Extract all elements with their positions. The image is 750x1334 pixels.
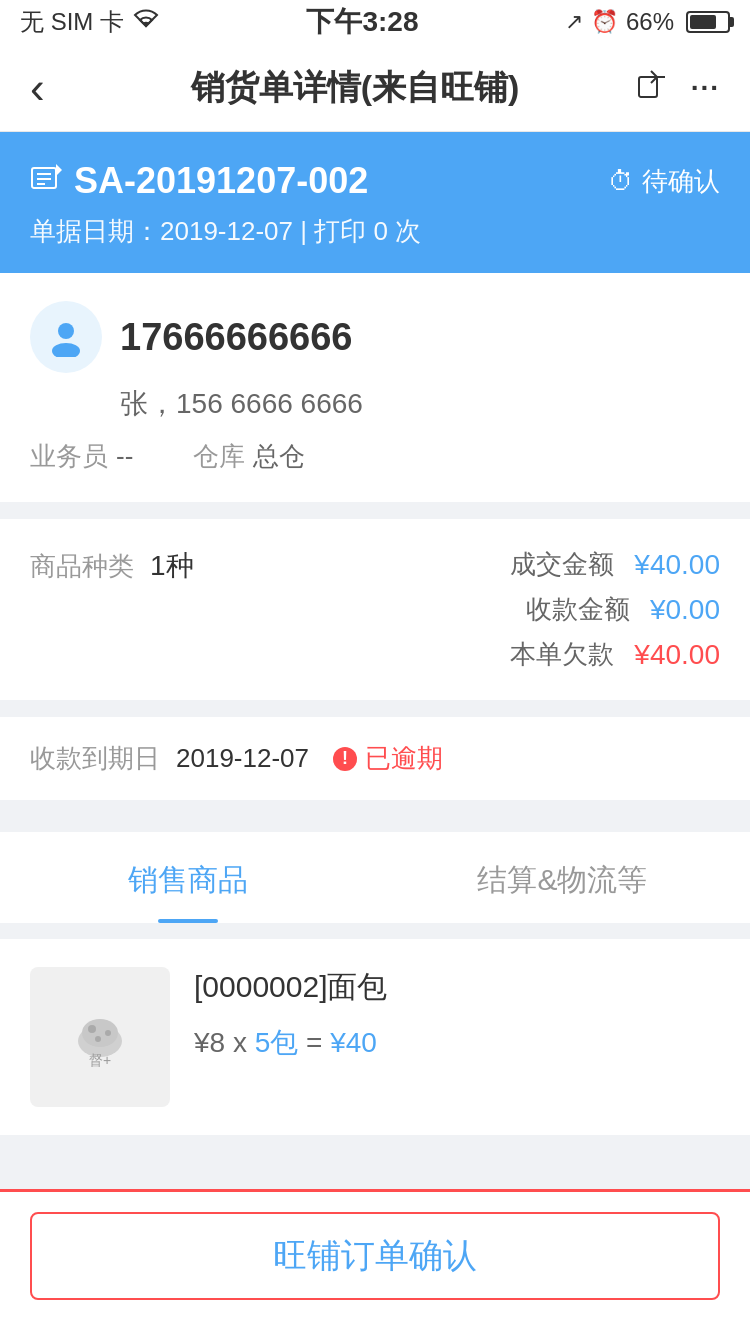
customer-name: 张，156 6666 6666: [30, 385, 720, 423]
status-left: 无 SIM 卡: [20, 6, 160, 38]
sales-value: --: [116, 441, 133, 472]
warehouse-label: 仓库: [193, 439, 245, 474]
order-status: ⏱ 待确认: [608, 164, 720, 199]
order-status-text: 待确认: [642, 164, 720, 199]
owed-row: 本单欠款 ¥40.00: [510, 637, 720, 672]
warehouse-meta: 仓库 总仓: [193, 439, 305, 474]
svg-point-11: [95, 1036, 101, 1042]
svg-point-6: [52, 343, 80, 357]
order-icon: [30, 164, 62, 199]
alarm-icon: ⏰: [591, 9, 618, 35]
product-card: 督+ [0000002]面包 ¥8 x 5包 = ¥40: [0, 939, 750, 1135]
overdue-text: 已逾期: [365, 741, 443, 776]
product-qty: 5包: [255, 1027, 299, 1058]
header-top: SA-20191207-002 ⏱ 待确认: [30, 160, 720, 202]
product-price: ¥8 x 5包 = ¥40: [194, 1024, 720, 1062]
status-time: 下午3:28: [306, 3, 418, 41]
share-icon[interactable]: [637, 69, 667, 106]
svg-text:督+: 督+: [89, 1052, 111, 1068]
customer-row: 17666666666: [30, 301, 720, 373]
product-total: ¥40: [330, 1027, 377, 1058]
svg-point-10: [105, 1030, 111, 1036]
summary-left: 商品种类 1种: [30, 547, 194, 585]
tab-products[interactable]: 销售商品: [0, 832, 375, 923]
owed-label: 本单欠款: [510, 637, 614, 672]
svg-point-8: [82, 1019, 118, 1047]
order-id-text: SA-20191207-002: [74, 160, 368, 202]
warehouse-value: 总仓: [253, 439, 305, 474]
due-date-label: 收款到期日: [30, 741, 160, 776]
nav-actions: ···: [620, 69, 720, 106]
price-formula: ¥8 x: [194, 1027, 255, 1058]
owed-value: ¥40.00: [634, 639, 720, 671]
back-button[interactable]: ‹: [30, 63, 90, 113]
product-image: 督+: [30, 967, 170, 1107]
due-date-value: 2019-12-07: [176, 743, 309, 774]
more-icon[interactable]: ···: [691, 72, 720, 104]
received-row: 收款金额 ¥0.00: [526, 592, 720, 627]
status-right: ↗ ⏰ 66%: [565, 8, 730, 36]
sales-meta: 业务员 --: [30, 439, 133, 474]
nav-bar: ‹ 销货单详情(来自旺铺) ···: [0, 44, 750, 132]
customer-card: 17666666666 张，156 6666 6666 业务员 -- 仓库 总仓: [0, 273, 750, 502]
carrier-text: 无 SIM 卡: [20, 6, 124, 38]
received-value: ¥0.00: [650, 594, 720, 626]
summary-row: 商品种类 1种 成交金额 ¥40.00 收款金额 ¥0.00 本单欠款 ¥40.…: [30, 547, 720, 672]
bottom-bar: 旺铺订单确认: [0, 1189, 750, 1334]
received-label: 收款金额: [526, 592, 630, 627]
order-id: SA-20191207-002: [30, 160, 368, 202]
confirm-order-button[interactable]: 旺铺订单确认: [30, 1212, 720, 1300]
order-date: 单据日期：2019-12-07 | 打印 0 次: [30, 214, 720, 249]
avatar: [30, 301, 102, 373]
svg-point-5: [58, 323, 74, 339]
product-name: [0000002]面包: [194, 967, 720, 1008]
page-title: 销货单详情(来自旺铺): [90, 65, 620, 111]
overdue-badge: ! 已逾期: [333, 741, 443, 776]
price-equals: =: [298, 1027, 330, 1058]
order-header-card: SA-20191207-002 ⏱ 待确认 单据日期：2019-12-07 | …: [0, 132, 750, 273]
tab-bar: 销售商品 结算&物流等: [0, 832, 750, 923]
transaction-label: 成交金额: [510, 547, 614, 582]
transaction-row: 成交金额 ¥40.00: [510, 547, 720, 582]
location-icon: ↗: [565, 9, 583, 35]
status-clock-icon: ⏱: [608, 166, 634, 197]
battery-icon: [686, 11, 730, 33]
tab-settlement[interactable]: 结算&物流等: [375, 832, 750, 923]
product-type-label: 商品种类: [30, 549, 134, 584]
customer-meta: 业务员 -- 仓库 总仓: [30, 439, 720, 474]
wifi-icon: [132, 8, 160, 36]
status-bar: 无 SIM 卡 下午3:28 ↗ ⏰ 66%: [0, 0, 750, 44]
product-type-value: 1种: [150, 547, 194, 585]
customer-phone: 17666666666: [120, 316, 352, 359]
sales-label: 业务员: [30, 439, 108, 474]
svg-point-9: [88, 1025, 96, 1033]
due-date-card: 收款到期日 2019-12-07 ! 已逾期: [0, 717, 750, 800]
battery-text: 66%: [626, 8, 674, 36]
product-info: [0000002]面包 ¥8 x 5包 = ¥40: [194, 967, 720, 1107]
summary-card: 商品种类 1种 成交金额 ¥40.00 收款金额 ¥0.00 本单欠款 ¥40.…: [0, 519, 750, 700]
transaction-value: ¥40.00: [634, 549, 720, 581]
overdue-icon: !: [333, 747, 357, 771]
summary-right: 成交金额 ¥40.00 收款金额 ¥0.00 本单欠款 ¥40.00: [510, 547, 720, 672]
